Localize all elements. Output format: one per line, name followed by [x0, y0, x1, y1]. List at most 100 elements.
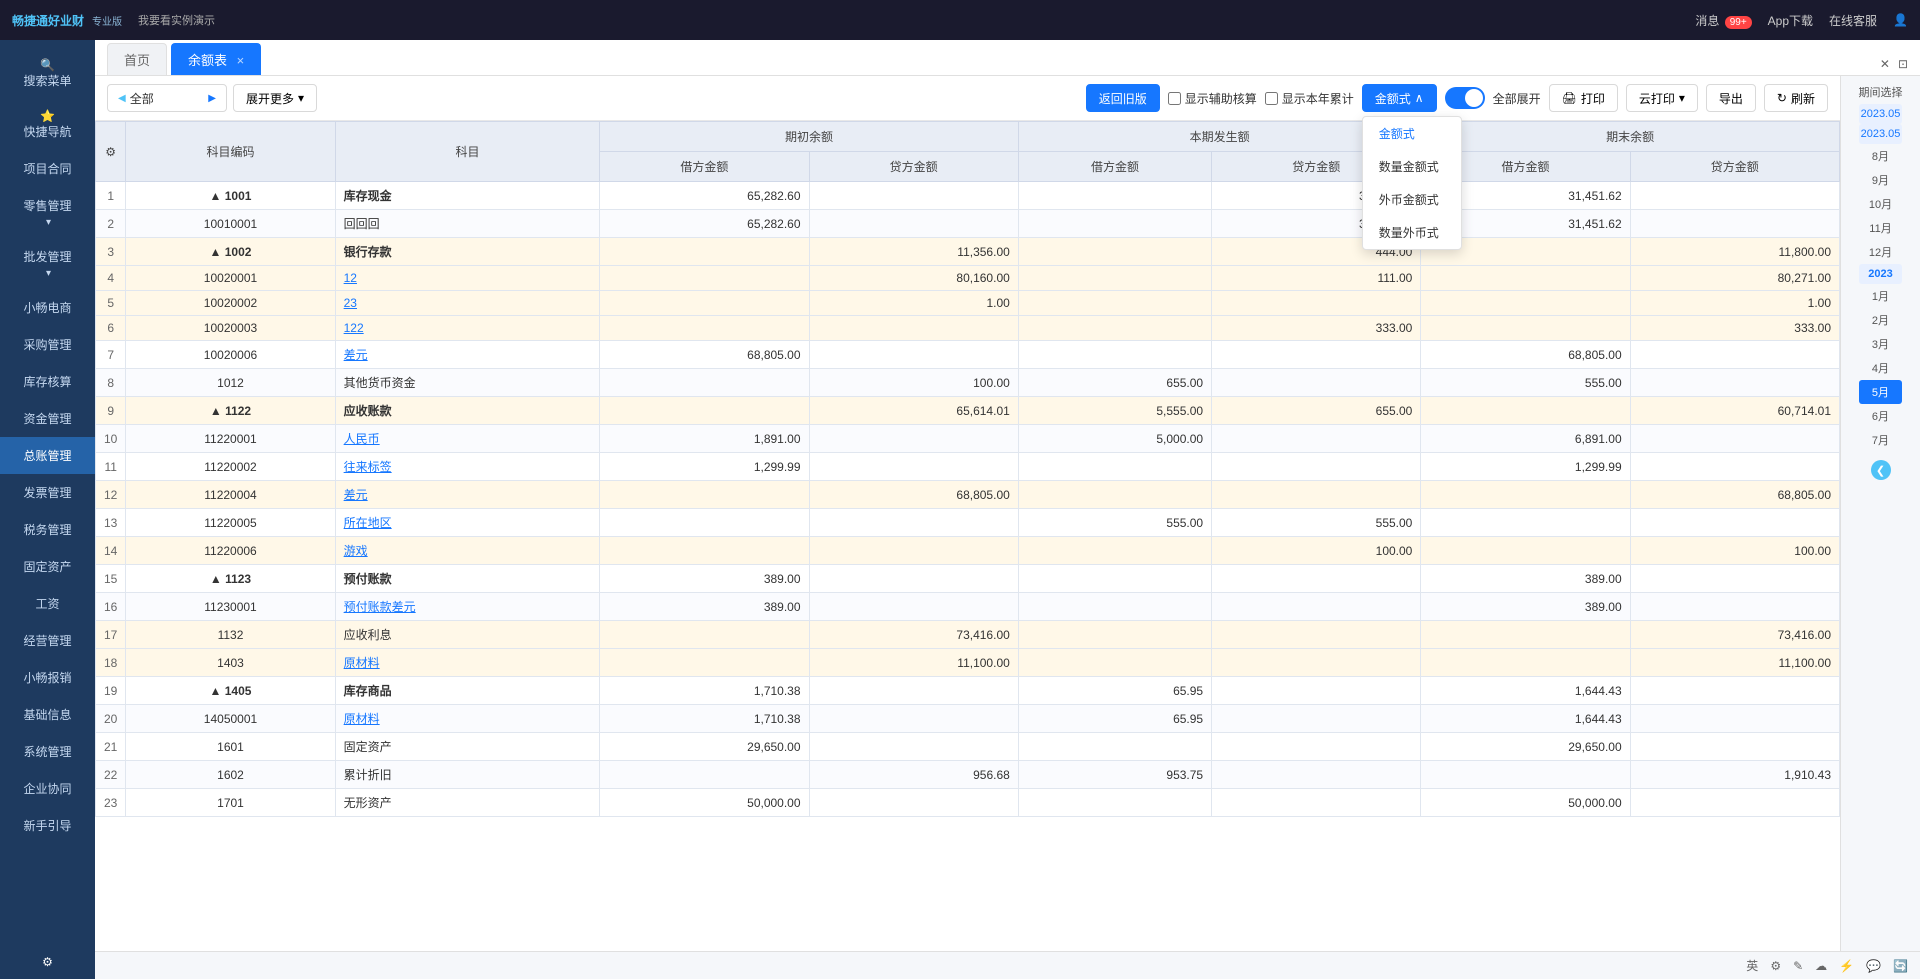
export-btn[interactable]: 导出 [1706, 84, 1756, 112]
row-subject[interactable]: 12 [335, 266, 600, 291]
row-subject[interactable]: 预付账款 [335, 565, 600, 593]
tab-home[interactable]: 首页 [107, 43, 167, 75]
period-item[interactable]: 5月 [1859, 380, 1903, 404]
period-item[interactable]: 9月 [1859, 168, 1903, 192]
row-subject[interactable]: 122 [335, 316, 600, 341]
row-subject[interactable]: 其他货币资金 [335, 369, 600, 397]
sidebar-item-operation[interactable]: 经营管理 [0, 622, 95, 659]
cb-auxiliary-input[interactable] [1168, 92, 1181, 105]
status-cloud[interactable]: ☁ [1815, 959, 1827, 973]
sidebar-settings[interactable]: ⚙ [32, 945, 63, 979]
period-item[interactable]: 8月 [1859, 144, 1903, 168]
cb-auxiliary-label[interactable]: 显示辅助核算 [1168, 90, 1257, 107]
format-btn[interactable]: 金额式 ∧ [1362, 84, 1437, 112]
format-option-foreign-amount[interactable]: 外币金额式 [1363, 183, 1461, 216]
sidebar-item-guide[interactable]: 新手引导 [0, 807, 95, 844]
refresh-btn[interactable]: ↻ 刷新 [1764, 84, 1828, 112]
sidebar-item-coop[interactable]: 企业协同 [0, 770, 95, 807]
row-subject[interactable]: 回回回 [335, 210, 600, 238]
sidebar-item-purchase[interactable]: 采购管理 [0, 326, 95, 363]
row-subject[interactable]: 所在地区 [335, 509, 600, 537]
row-subject[interactable]: 预付账款差元 [335, 593, 600, 621]
sidebar-item-capital[interactable]: 资金管理 [0, 400, 95, 437]
expand-all-toggle[interactable] [1445, 87, 1485, 109]
period-item[interactable]: 2023.05 [1859, 124, 1903, 144]
sidebar-item-project[interactable]: 项目合同 [0, 150, 95, 187]
format-option-amount[interactable]: 金额式 [1363, 117, 1461, 150]
sidebar-item-payroll[interactable]: 工资 [0, 585, 95, 622]
sidebar-item-search[interactable]: 🔍 搜索菜单 [0, 48, 95, 99]
period-item[interactable]: 2月 [1859, 308, 1903, 332]
period-item[interactable]: 10月 [1859, 192, 1903, 216]
tab-close-btn[interactable]: × [237, 53, 245, 68]
message-btn[interactable]: 消息 99+ [1695, 12, 1751, 29]
app-download-btn[interactable]: App下载 [1768, 12, 1813, 29]
period-item[interactable]: 2023 [1859, 264, 1903, 284]
row-subject[interactable]: 游戏 [335, 537, 600, 565]
status-sync[interactable]: 🔄 [1893, 959, 1908, 973]
collapse-right-btn[interactable]: ❮ [1871, 460, 1891, 480]
row-subject[interactable]: 库存商品 [335, 677, 600, 705]
row-subject[interactable]: 无形资产 [335, 789, 600, 817]
row-subject[interactable]: 差元 [335, 481, 600, 509]
row-opening-debit: 1,710.38 [600, 705, 809, 733]
sidebar-item-quick-nav[interactable]: ⭐ 快捷导航 [0, 99, 95, 150]
status-settings[interactable]: ⚙ [1770, 959, 1781, 973]
cloud-print-btn[interactable]: 云打印 ▾ [1626, 84, 1698, 112]
row-closing-debit: 68,805.00 [1421, 341, 1630, 369]
gear-header[interactable]: ⚙ [96, 122, 126, 182]
row-subject[interactable]: 累计折旧 [335, 761, 600, 789]
expand-more-btn[interactable]: 展开更多 ▾ [233, 84, 317, 112]
row-subject[interactable]: 往来标签 [335, 453, 600, 481]
period-item[interactable]: 4月 [1859, 356, 1903, 380]
print-btn[interactable]: 🖨 打印 [1549, 84, 1618, 112]
period-item[interactable]: 1月 [1859, 284, 1903, 308]
row-subject[interactable]: 固定资产 [335, 733, 600, 761]
window-minimize-btn[interactable]: ✕ [1880, 57, 1890, 71]
sidebar-item-retail[interactable]: 零售管理 ▾ [0, 187, 95, 238]
sidebar-item-report[interactable]: 小畅报销 [0, 659, 95, 696]
window-maximize-btn[interactable]: ⊡ [1898, 57, 1908, 71]
row-subject[interactable]: 人民币 [335, 425, 600, 453]
online-service-btn[interactable]: 在线客服 [1829, 12, 1877, 29]
period-item[interactable]: 11月 [1859, 216, 1903, 240]
filter-forward-icon[interactable]: ▶ [208, 93, 216, 104]
sidebar-item-ecom[interactable]: 小畅电商 [0, 289, 95, 326]
status-edit[interactable]: ✎ [1793, 959, 1803, 973]
format-option-qty-amount[interactable]: 数量金额式 [1363, 150, 1461, 183]
row-subject[interactable]: 原材料 [335, 649, 600, 677]
status-flash[interactable]: ⚡ [1839, 959, 1854, 973]
sidebar-item-system[interactable]: 系统管理 [0, 733, 95, 770]
top-bar-demo[interactable]: 我要看实例演示 [138, 12, 215, 28]
period-item[interactable]: 3月 [1859, 332, 1903, 356]
status-lang[interactable]: 英 [1746, 957, 1758, 974]
status-chat[interactable]: 💬 [1866, 959, 1881, 973]
return-old-btn[interactable]: 返回旧版 [1086, 84, 1160, 112]
period-item[interactable]: 7月 [1859, 428, 1903, 452]
cb-year-label[interactable]: 显示本年累计 [1265, 90, 1354, 107]
period-item[interactable]: 6月 [1859, 404, 1903, 428]
row-subject[interactable]: 原材料 [335, 705, 600, 733]
cb-year-input[interactable] [1265, 92, 1278, 105]
period-item[interactable]: 12月 [1859, 240, 1903, 264]
collapse-right-icon[interactable]: ❮ [1871, 460, 1891, 480]
row-subject[interactable]: 库存现金 [335, 182, 600, 210]
tab-balance[interactable]: 余额表 × [171, 43, 261, 75]
sidebar-item-wholesale[interactable]: 批发管理 ▾ [0, 238, 95, 289]
sidebar-item-assets[interactable]: 固定资产 [0, 548, 95, 585]
sidebar-item-tax[interactable]: 税务管理 [0, 511, 95, 548]
sidebar-item-invoice[interactable]: 发票管理 [0, 474, 95, 511]
row-subject[interactable]: 银行存款 [335, 238, 600, 266]
filter-back-icon[interactable]: ◀ [118, 93, 126, 104]
sidebar-item-base[interactable]: 基础信息 [0, 696, 95, 733]
period-item[interactable]: 2023.05 [1859, 104, 1903, 124]
user-avatar[interactable]: 👤 [1893, 13, 1908, 27]
format-option-qty-foreign[interactable]: 数量外币式 [1363, 216, 1461, 249]
row-subject[interactable]: 23 [335, 291, 600, 316]
row-subject[interactable]: 应收账款 [335, 397, 600, 425]
row-subject[interactable]: 应收利息 [335, 621, 600, 649]
row-subject[interactable]: 差元 [335, 341, 600, 369]
sidebar-item-inventory[interactable]: 库存核算 [0, 363, 95, 400]
row-opening-credit: 11,100.00 [809, 649, 1018, 677]
sidebar-item-ledger[interactable]: 总账管理 [0, 437, 95, 474]
